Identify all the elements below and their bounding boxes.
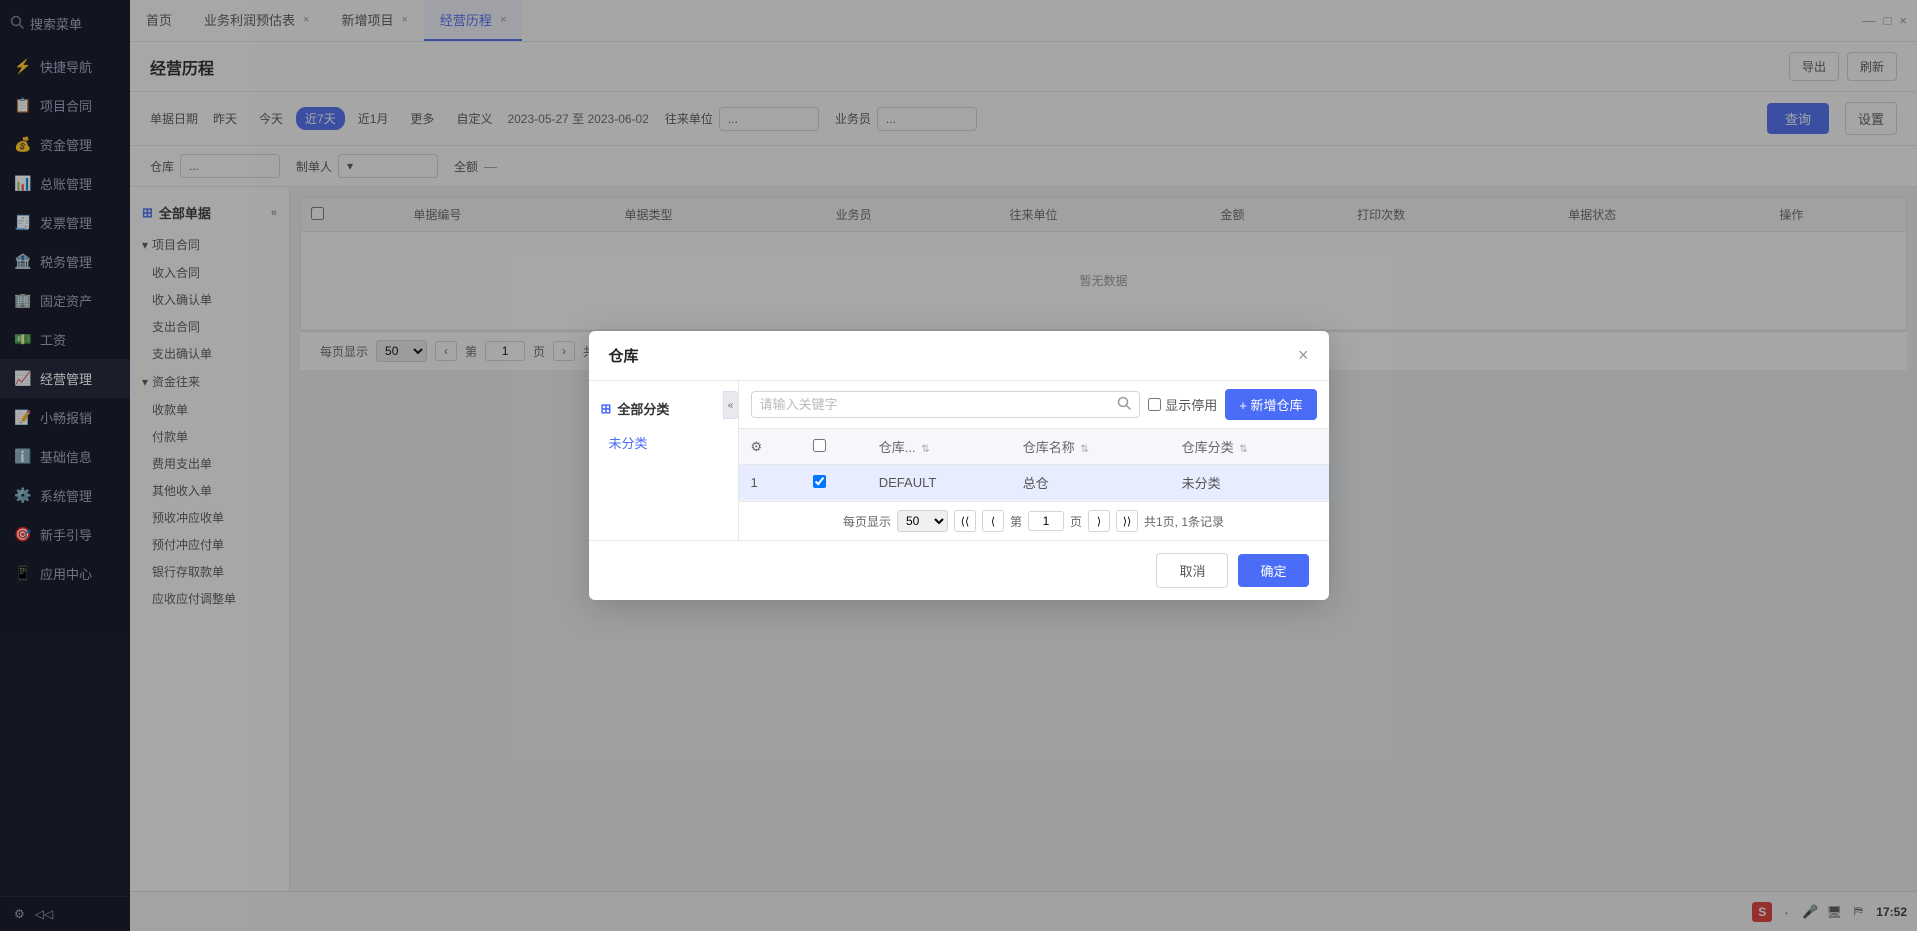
modal-col-check (801, 429, 866, 465)
modal-search-input[interactable] (760, 397, 1112, 412)
modal-search-icon[interactable] (1117, 396, 1131, 413)
modal-page-label: 第 (1010, 513, 1022, 530)
modal-select-all[interactable] (813, 439, 826, 452)
grid-icon-modal: ⊞ (601, 401, 612, 417)
modal-footer: 取消 确定 (589, 540, 1329, 600)
row-select-checkbox[interactable] (813, 475, 826, 488)
modal-table-wrap: ⚙ 仓库... ⇅ 仓库名称 ⇅ (739, 429, 1329, 501)
modal-page-suffix: 页 (1070, 513, 1082, 530)
modal-col-code[interactable]: 仓库... ⇅ (867, 429, 1011, 465)
modal-first-page-btn[interactable]: ⟨⟨ (954, 510, 976, 532)
row-num: 1 (739, 465, 802, 501)
show-disabled-label[interactable]: 显示停用 (1148, 395, 1217, 414)
modal-close-button[interactable]: × (1298, 345, 1309, 366)
modal-panel-collapse-btn[interactable]: « (723, 391, 739, 419)
row-code: DEFAULT (867, 465, 1011, 501)
modal-last-page-btn[interactable]: ⟩⟩ (1116, 510, 1138, 532)
warehouse-modal: 仓库 × ⊞ 全部分类 未分类 « (589, 331, 1329, 600)
modal-search-box (751, 391, 1141, 418)
settings-icon[interactable]: ⚙ (751, 439, 763, 454)
modal-overlay[interactable]: 仓库 × ⊞ 全部分类 未分类 « (0, 0, 1917, 931)
row-name: 总仓 (1011, 465, 1170, 501)
modal-cat-item-uncategorized[interactable]: 未分类 (589, 426, 738, 459)
modal-left-panel: ⊞ 全部分类 未分类 « (589, 381, 739, 540)
modal-total-text: 共1页, 1条记录 (1144, 513, 1224, 530)
modal-confirm-button[interactable]: 确定 (1238, 554, 1308, 587)
row-checkbox[interactable] (801, 465, 866, 501)
modal-header: 仓库 × (589, 331, 1329, 381)
modal-pagination: 每页显示 50 100 ⟨⟨ ⟨ 第 页 ⟩ ⟩⟩ 共1页, 1条记录 (739, 501, 1329, 540)
modal-prev-page-btn[interactable]: ⟨ (982, 510, 1004, 532)
modal-per-page-select[interactable]: 50 100 (897, 510, 948, 532)
modal-body: ⊞ 全部分类 未分类 « (589, 381, 1329, 540)
modal-table-row[interactable]: 1 DEFAULT 总仓 未分类 (739, 465, 1329, 501)
modal-title: 仓库 (609, 345, 639, 366)
modal-col-name[interactable]: 仓库名称 ⇅ (1011, 429, 1170, 465)
show-disabled-checkbox[interactable] (1148, 398, 1161, 411)
modal-right-panel: 显示停用 + 新增仓库 ⚙ (739, 381, 1329, 540)
modal-col-settings: ⚙ (739, 429, 802, 465)
modal-next-page-btn[interactable]: ⟩ (1088, 510, 1110, 532)
modal-toolbar: 显示停用 + 新增仓库 (739, 381, 1329, 429)
show-disabled-text: 显示停用 (1165, 395, 1217, 414)
row-category: 未分类 (1170, 465, 1329, 501)
modal-all-categories[interactable]: ⊞ 全部分类 (589, 391, 738, 426)
modal-page-input[interactable] (1028, 511, 1064, 531)
modal-cancel-button[interactable]: 取消 (1156, 553, 1228, 588)
modal-all-cat-label: 全部分类 (617, 399, 669, 418)
add-warehouse-button[interactable]: + 新增仓库 (1225, 389, 1316, 420)
modal-per-page-label: 每页显示 (843, 513, 891, 530)
modal-col-category[interactable]: 仓库分类 ⇅ (1170, 429, 1329, 465)
modal-warehouse-table: ⚙ 仓库... ⇅ 仓库名称 ⇅ (739, 429, 1329, 501)
